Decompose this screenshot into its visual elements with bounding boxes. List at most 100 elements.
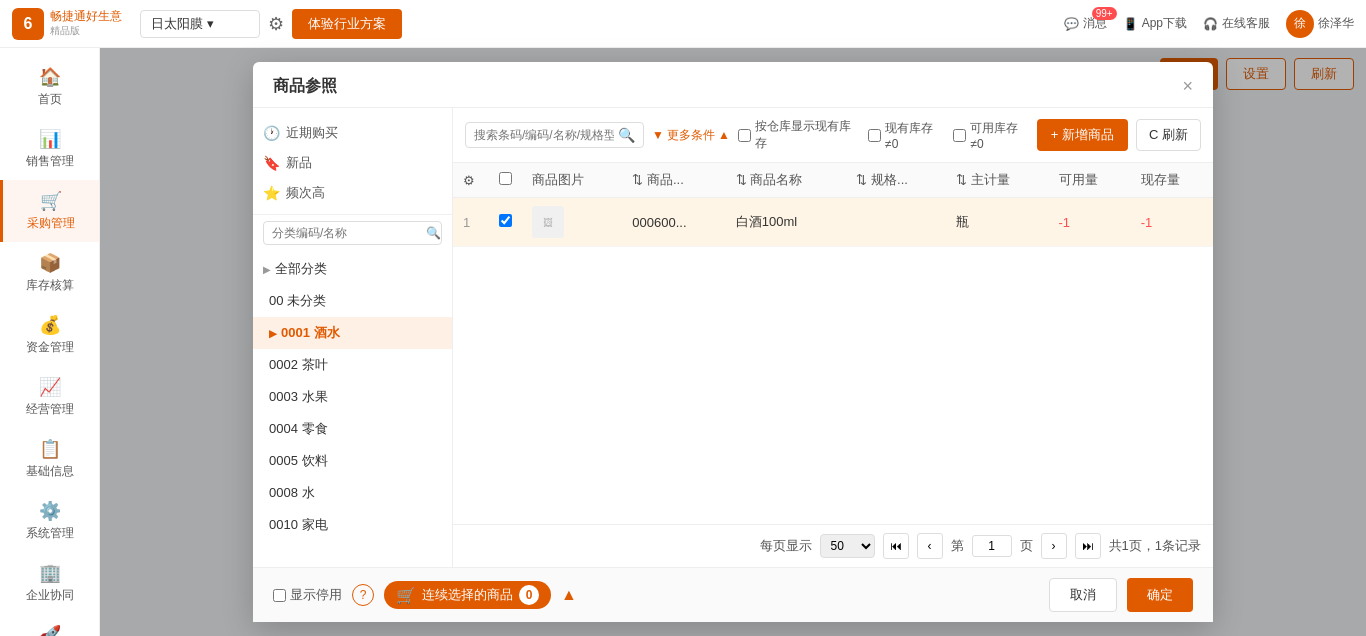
- sidebar-item-system[interactable]: ⚙️ 系统管理: [0, 490, 99, 552]
- sidebar-label-operation: 经营管理: [26, 401, 74, 418]
- quick-filter-recent[interactable]: 🕐 近期购买: [253, 118, 452, 148]
- table-settings-icon[interactable]: ⚙: [463, 173, 475, 188]
- page-size-select[interactable]: 50 10 20 100: [820, 534, 875, 558]
- page-number-input[interactable]: [972, 535, 1012, 557]
- online-service-item[interactable]: 🎧 在线客服: [1203, 15, 1270, 32]
- checkbox-warehouse-label: 按仓库显示现有库存: [755, 118, 858, 152]
- row-unit: 瓶: [946, 198, 1049, 247]
- table-header: ⚙ 商品图片 ⇅ 商品...: [453, 163, 1213, 198]
- th-name[interactable]: ⇅ 商品名称: [726, 163, 847, 198]
- sidebar-label-finance: 资金管理: [26, 339, 74, 356]
- enterprise-icon: 🏢: [39, 562, 61, 584]
- online-service-label: 在线客服: [1222, 15, 1270, 32]
- sidebar-item-sales[interactable]: 📊 销售管理: [0, 118, 99, 180]
- category-item-0003[interactable]: 0003 水果: [253, 381, 452, 413]
- search-input[interactable]: [474, 128, 614, 142]
- prev-page-button[interactable]: ‹: [917, 533, 943, 559]
- page-label: 第: [951, 537, 964, 555]
- app-download-label: App下载: [1142, 15, 1187, 32]
- category-item-0008[interactable]: 0008 水: [253, 477, 452, 509]
- sidebar-item-guide[interactable]: 🚀 新手引导: [0, 614, 99, 636]
- checkbox-available[interactable]: 可用库存≠0: [953, 120, 1028, 151]
- store-name: 日太阳膜: [151, 15, 203, 33]
- checkbox-available-label: 可用库存≠0: [970, 120, 1028, 151]
- th-checkbox[interactable]: [489, 163, 522, 198]
- row-checkbox-cell[interactable]: [489, 198, 522, 247]
- th-spec[interactable]: ⇅ 规格...: [846, 163, 946, 198]
- table-body: 1 🖼: [453, 198, 1213, 247]
- sidebar-label-sales: 销售管理: [26, 153, 74, 170]
- sidebar-item-purchase[interactable]: 🛒 采购管理: [0, 180, 99, 242]
- message-item[interactable]: 💬 消息 99+: [1064, 15, 1107, 32]
- collapse-cart-icon[interactable]: ▲: [561, 586, 577, 604]
- modal-overlay: 商品参照 × 🕐 近期购买 🔖 新品: [100, 48, 1366, 636]
- logo-icon: 6: [12, 8, 44, 40]
- th-code[interactable]: ⇅ 商品...: [622, 163, 725, 198]
- category-search[interactable]: 🔍: [263, 221, 442, 245]
- app-download-item[interactable]: 📱 App下载: [1123, 15, 1187, 32]
- search-input-wrap[interactable]: 🔍: [465, 122, 644, 148]
- help-icon[interactable]: ?: [352, 584, 374, 606]
- category-search-input[interactable]: [272, 226, 422, 240]
- th-settings[interactable]: ⚙: [453, 163, 489, 198]
- confirm-button[interactable]: 确定: [1127, 578, 1193, 612]
- category-0002-label: 0002 茶叶: [269, 356, 328, 374]
- sort-unit-icon: ⇅: [956, 172, 967, 187]
- last-page-button[interactable]: ⏭: [1075, 533, 1101, 559]
- row-spec: [846, 198, 946, 247]
- quick-filter-new[interactable]: 🔖 新品: [253, 148, 452, 178]
- checkbox-stock-input[interactable]: [868, 129, 881, 142]
- show-disabled-checkbox[interactable]: 显示停用: [273, 586, 342, 604]
- row-checkbox[interactable]: [499, 214, 512, 227]
- category-item-00[interactable]: 00 未分类: [253, 285, 452, 317]
- user-item[interactable]: 徐 徐泽华: [1286, 10, 1354, 38]
- sidebar-item-enterprise[interactable]: 🏢 企业协同: [0, 552, 99, 614]
- sidebar-item-inventory[interactable]: 📦 库存核算: [0, 242, 99, 304]
- purchase-icon: 🛒: [40, 190, 62, 212]
- sidebar-label-basics: 基础信息: [26, 463, 74, 480]
- cancel-button[interactable]: 取消: [1049, 578, 1117, 612]
- category-00-label: 00 未分类: [269, 292, 326, 310]
- experience-button[interactable]: 体验行业方案: [292, 9, 402, 39]
- filter-collapse-icon: ▲: [718, 128, 730, 142]
- basics-icon: 📋: [39, 438, 61, 460]
- page-size-label: 每页显示: [760, 537, 812, 555]
- category-item-0005[interactable]: 0005 饮料: [253, 445, 452, 477]
- category-item-0004[interactable]: 0004 零食: [253, 413, 452, 445]
- select-all-checkbox[interactable]: [499, 172, 512, 185]
- next-page-button[interactable]: ›: [1041, 533, 1067, 559]
- cart-badge[interactable]: 🛒 连续选择的商品 0: [384, 581, 551, 609]
- settings-icon[interactable]: ⚙: [268, 13, 284, 35]
- sidebar-item-operation[interactable]: 📈 经营管理: [0, 366, 99, 428]
- sidebar-item-basics[interactable]: 📋 基础信息: [0, 428, 99, 490]
- quick-filter-frequent[interactable]: ⭐ 频次高: [253, 178, 452, 208]
- guide-icon: 🚀: [39, 624, 61, 636]
- category-item-0002[interactable]: 0002 茶叶: [253, 349, 452, 381]
- category-item-0001[interactable]: ▶ 0001 酒水: [253, 317, 452, 349]
- category-all[interactable]: ▶ 全部分类: [253, 253, 452, 285]
- sidebar-label-inventory: 库存核算: [26, 277, 74, 294]
- page-unit: 页: [1020, 537, 1033, 555]
- row-num: 1: [453, 198, 489, 247]
- top-nav: 6 畅捷通好生意 精品版 日太阳膜 ▾ ⚙ 体验行业方案 💬 消息 99+ 📱 …: [0, 0, 1366, 48]
- sidebar-item-finance[interactable]: 💰 资金管理: [0, 304, 99, 366]
- sidebar-item-home[interactable]: 🏠 首页: [0, 56, 99, 118]
- show-disabled-input[interactable]: [273, 589, 286, 602]
- table-row[interactable]: 1 🖼: [453, 198, 1213, 247]
- total-info: 共1页，1条记录: [1109, 537, 1201, 555]
- close-button[interactable]: ×: [1182, 76, 1193, 97]
- refresh-table-button[interactable]: C 刷新: [1136, 119, 1201, 151]
- checkbox-available-input[interactable]: [953, 129, 966, 142]
- search-toolbar: 🔍 ▼ 更多条件 ▲ 按仓库显示现有库存: [453, 108, 1213, 163]
- headset-icon: 🎧: [1203, 17, 1218, 31]
- checkbox-warehouse[interactable]: 按仓库显示现有库存: [738, 118, 858, 152]
- add-product-button[interactable]: + 新增商品: [1037, 119, 1128, 151]
- checkbox-warehouse-input[interactable]: [738, 129, 751, 142]
- checkbox-stock[interactable]: 现有库存≠0: [868, 120, 943, 151]
- category-item-0010[interactable]: 0010 家电: [253, 509, 452, 541]
- th-unit[interactable]: ⇅ 主计量: [946, 163, 1049, 198]
- store-selector[interactable]: 日太阳膜 ▾: [140, 10, 260, 38]
- row-name: 白酒100ml: [726, 198, 847, 247]
- first-page-button[interactable]: ⏮: [883, 533, 909, 559]
- more-filter-button[interactable]: ▼ 更多条件 ▲: [652, 127, 730, 144]
